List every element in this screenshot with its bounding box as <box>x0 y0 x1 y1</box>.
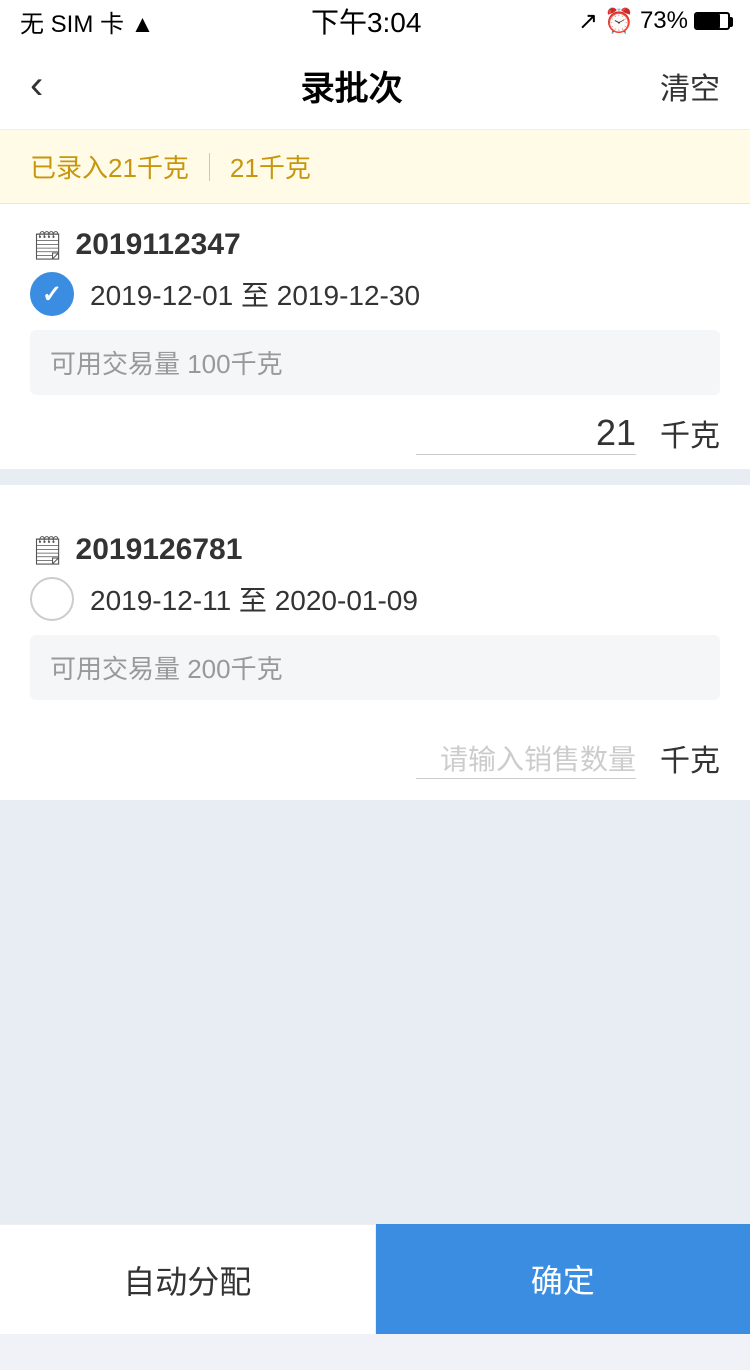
batch2-qty-underline <box>416 778 636 779</box>
status-time: 下午3:04 <box>311 1 422 41</box>
batch1-qty-wrapper: 21 <box>30 412 636 455</box>
page-title: 录批次 <box>301 61 403 110</box>
batch1-header: 🗒 2019112347 <box>30 228 720 262</box>
batch2-qty-placeholder[interactable]: 请输入销售数量 <box>440 738 636 778</box>
batch2-date: 2019-12-11 至 2020-01-09 <box>90 579 418 619</box>
batch2-doc-icon: 🗒 <box>30 534 66 567</box>
batch2-avail: 可用交易量 200千克 <box>30 635 720 700</box>
recorded-value: 21千克 <box>230 148 311 185</box>
batch1-qty-value[interactable]: 21 <box>596 412 636 454</box>
clear-button[interactable]: 清空 <box>660 64 720 108</box>
content-bottom <box>0 800 750 1260</box>
back-button[interactable]: ‹ <box>30 63 43 108</box>
auto-distribute-button[interactable]: 自动分配 <box>0 1224 376 1334</box>
nav-bar: ‹ 录批次 清空 <box>0 42 750 130</box>
batch1-unit: 千克 <box>660 411 720 455</box>
batch1-qty-row: 21 千克 <box>0 395 750 469</box>
info-bar: 已录入21千克 21千克 <box>0 130 750 204</box>
batch2-qty-wrapper: 请输入销售数量 <box>30 738 636 779</box>
battery-icon <box>694 12 730 30</box>
batch2-number: 2019126781 <box>76 533 243 567</box>
confirm-button[interactable]: 确定 <box>376 1224 750 1334</box>
location-icon: ↗ <box>578 7 598 36</box>
batch1-card: 🗒 2019112347 2019-12-01 至 2019-12-30 可用交… <box>0 204 750 395</box>
batch2-date-row[interactable]: 2019-12-11 至 2020-01-09 <box>30 577 720 621</box>
batch1-avail: 可用交易量 100千克 <box>30 330 720 395</box>
status-bar: 无 SIM 卡 ▲ 下午3:04 ↗ ⏰ 73% <box>0 0 750 42</box>
main-content: 🗒 2019112347 2019-12-01 至 2019-12-30 可用交… <box>0 204 750 1370</box>
bottom-bar: 自动分配 确定 <box>0 1224 750 1334</box>
recorded-label: 已录入21千克 <box>30 148 189 185</box>
batch1-doc-icon: 🗒 <box>30 229 66 262</box>
batch1-date: 2019-12-01 至 2019-12-30 <box>90 274 420 314</box>
batch2-unit: 千克 <box>660 736 720 780</box>
batch2-qty-row: 请输入销售数量 千克 <box>0 720 750 800</box>
batch2-card: 🗒 2019126781 2019-12-11 至 2020-01-09 可用交… <box>0 485 750 720</box>
batch1-qty-underline <box>416 454 636 455</box>
batch2-header: 🗒 2019126781 <box>30 509 720 567</box>
info-divider <box>209 153 210 181</box>
batch1-radio[interactable] <box>30 272 74 316</box>
alarm-icon: ⏰ <box>604 7 634 36</box>
batch2-radio[interactable] <box>30 577 74 621</box>
status-right: ↗ ⏰ 73% <box>578 7 730 36</box>
battery-label: 73% <box>640 7 688 35</box>
batch1-number: 2019112347 <box>76 228 241 262</box>
sim-label: 无 SIM 卡 ▲ <box>20 4 154 39</box>
status-left: 无 SIM 卡 ▲ <box>20 4 154 39</box>
batch1-date-row[interactable]: 2019-12-01 至 2019-12-30 <box>30 272 720 316</box>
section-separator <box>0 469 750 485</box>
